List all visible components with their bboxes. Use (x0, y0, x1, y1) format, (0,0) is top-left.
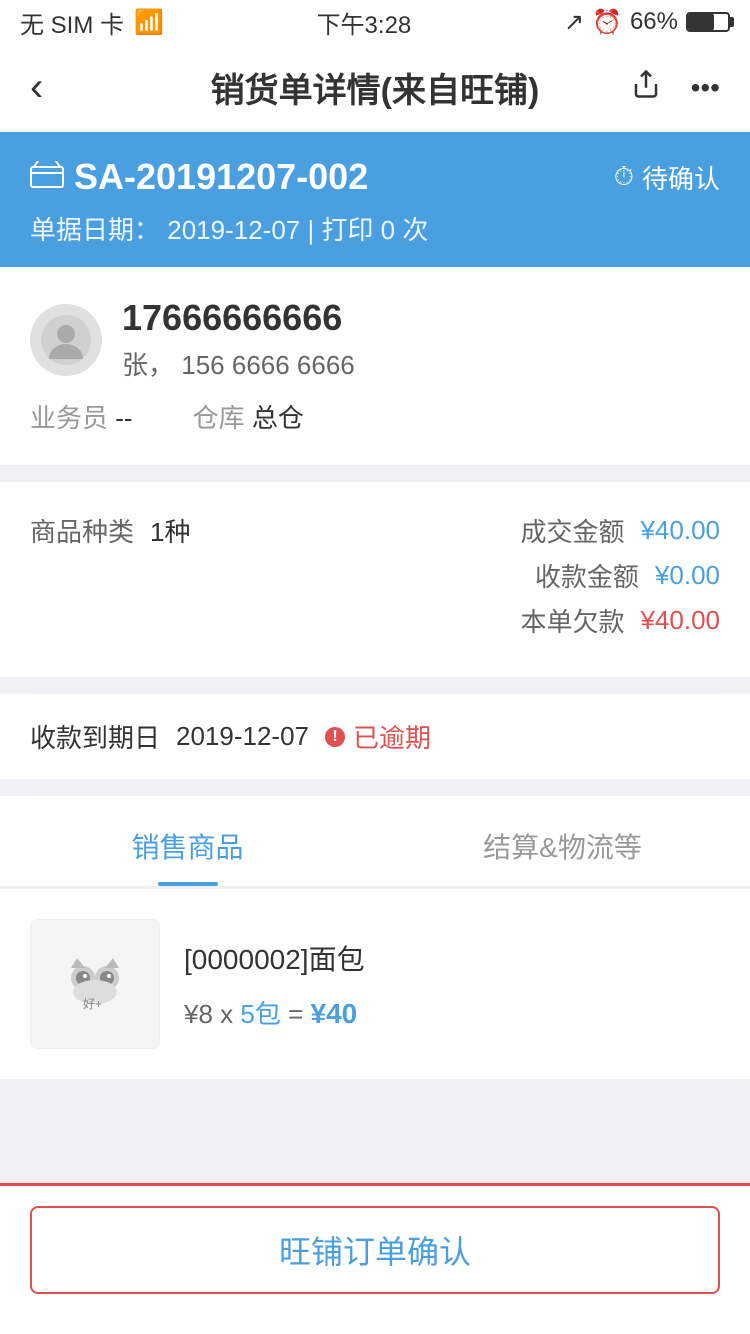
amount-row: 成交金额 ¥40.00 (520, 512, 720, 549)
more-button[interactable]: ••• (691, 72, 720, 104)
product-thumbnail: 好+ (30, 919, 160, 1049)
product-total: ¥40 (311, 998, 358, 1029)
product-qty: 5包 (240, 999, 280, 1029)
salesperson-item: 业务员 -- (30, 398, 133, 435)
overdue-badge: ! 已逾期 (325, 718, 431, 755)
product-name: [0000002]面包 (184, 938, 720, 978)
battery-fill (688, 14, 714, 30)
clock-icon: ⏱ (614, 161, 634, 193)
status-right: ↗ ⏰ 66% (564, 8, 730, 37)
page-title: 销货单详情(来自旺铺) (211, 63, 540, 112)
product-type-value: 1种 (150, 512, 190, 549)
owed-value: ¥40.00 (640, 605, 720, 636)
back-button[interactable]: ‹ (30, 65, 63, 110)
bottom-bar: 旺铺订单确认 (0, 1183, 750, 1334)
product-price: ¥8 x 5包 = ¥40 (184, 994, 720, 1031)
customer-sub: 张， 156 6666 6666 (122, 345, 355, 382)
svg-text:好+: 好+ (83, 997, 102, 1010)
summary-section: 商品种类 1种 成交金额 ¥40.00 收款金额 ¥0.00 本单欠款 ¥40.… (0, 482, 750, 677)
avatar (30, 304, 102, 376)
summary-right: 成交金额 ¥40.00 收款金额 ¥0.00 本单欠款 ¥40.00 (520, 512, 720, 647)
carrier-text: 无 SIM 卡 (20, 5, 124, 40)
overdue-dot: ! (325, 727, 345, 747)
product-info: [0000002]面包 ¥8 x 5包 = ¥40 (184, 938, 720, 1031)
customer-meta: 业务员 -- 仓库 总仓 (30, 398, 720, 435)
alarm-icon: ⏰ (592, 8, 622, 37)
order-number: SA-20191207-002 (30, 156, 368, 198)
overdue-text: 已逾期 (353, 718, 431, 755)
location-icon: ↗ (564, 8, 584, 37)
owed-row: 本单欠款 ¥40.00 (520, 602, 720, 639)
customer-info: 17666666666 张， 156 6666 6666 (122, 297, 355, 382)
duedate-date: 2019-12-07 (176, 721, 309, 752)
tab-settlement[interactable]: 结算&物流等 (375, 796, 750, 886)
customer-phone: 17666666666 (122, 297, 355, 339)
battery-percentage: 66% (630, 8, 678, 36)
warehouse-item: 仓库 总仓 (193, 398, 304, 435)
time-display: 下午3:28 (317, 5, 412, 40)
summary-row: 商品种类 1种 成交金额 ¥40.00 收款金额 ¥0.00 本单欠款 ¥40.… (30, 512, 720, 647)
duedate-section: 收款到期日 2019-12-07 ! 已逾期 (0, 694, 750, 779)
order-icon (30, 156, 64, 198)
status-left: 无 SIM 卡 📶 (20, 5, 164, 40)
amount-value: ¥40.00 (640, 515, 720, 546)
product-item: 好+ [0000002]面包 ¥8 x 5包 = ¥40 (30, 919, 720, 1049)
tabs-section: 销售商品 结算&物流等 (0, 796, 750, 887)
share-button[interactable] (631, 69, 661, 106)
product-section: 好+ [0000002]面包 ¥8 x 5包 = ¥40 (0, 889, 750, 1079)
order-header-top: SA-20191207-002 ⏱ 待确认 (30, 156, 720, 198)
nav-bar: ‹ 销货单详情(来自旺铺) ••• (0, 44, 750, 132)
status-bar: 无 SIM 卡 📶 下午3:28 ↗ ⏰ 66% (0, 0, 750, 44)
order-date: 单据日期： 2019-12-07 | 打印 0 次 (30, 210, 720, 247)
salesperson-value: -- (115, 403, 132, 433)
battery-icon (686, 12, 730, 32)
received-row: 收款金额 ¥0.00 (520, 557, 720, 594)
customer-row: 17666666666 张， 156 6666 6666 (30, 297, 720, 382)
nav-actions: ••• (631, 69, 720, 106)
product-logo: 好+ (55, 950, 135, 1018)
summary-left: 商品种类 1种 (30, 512, 190, 549)
duedate-label: 收款到期日 (30, 718, 160, 755)
warehouse-value: 总仓 (252, 403, 304, 433)
order-header: SA-20191207-002 ⏱ 待确认 单据日期： 2019-12-07 |… (0, 132, 750, 267)
confirm-button[interactable]: 旺铺订单确认 (30, 1206, 720, 1294)
order-status: ⏱ 待确认 (614, 159, 720, 196)
customer-section: 17666666666 张， 156 6666 6666 业务员 -- 仓库 总… (0, 267, 750, 465)
received-value: ¥0.00 (655, 560, 720, 591)
tab-products[interactable]: 销售商品 (0, 796, 375, 886)
wifi-icon: 📶 (134, 8, 164, 37)
